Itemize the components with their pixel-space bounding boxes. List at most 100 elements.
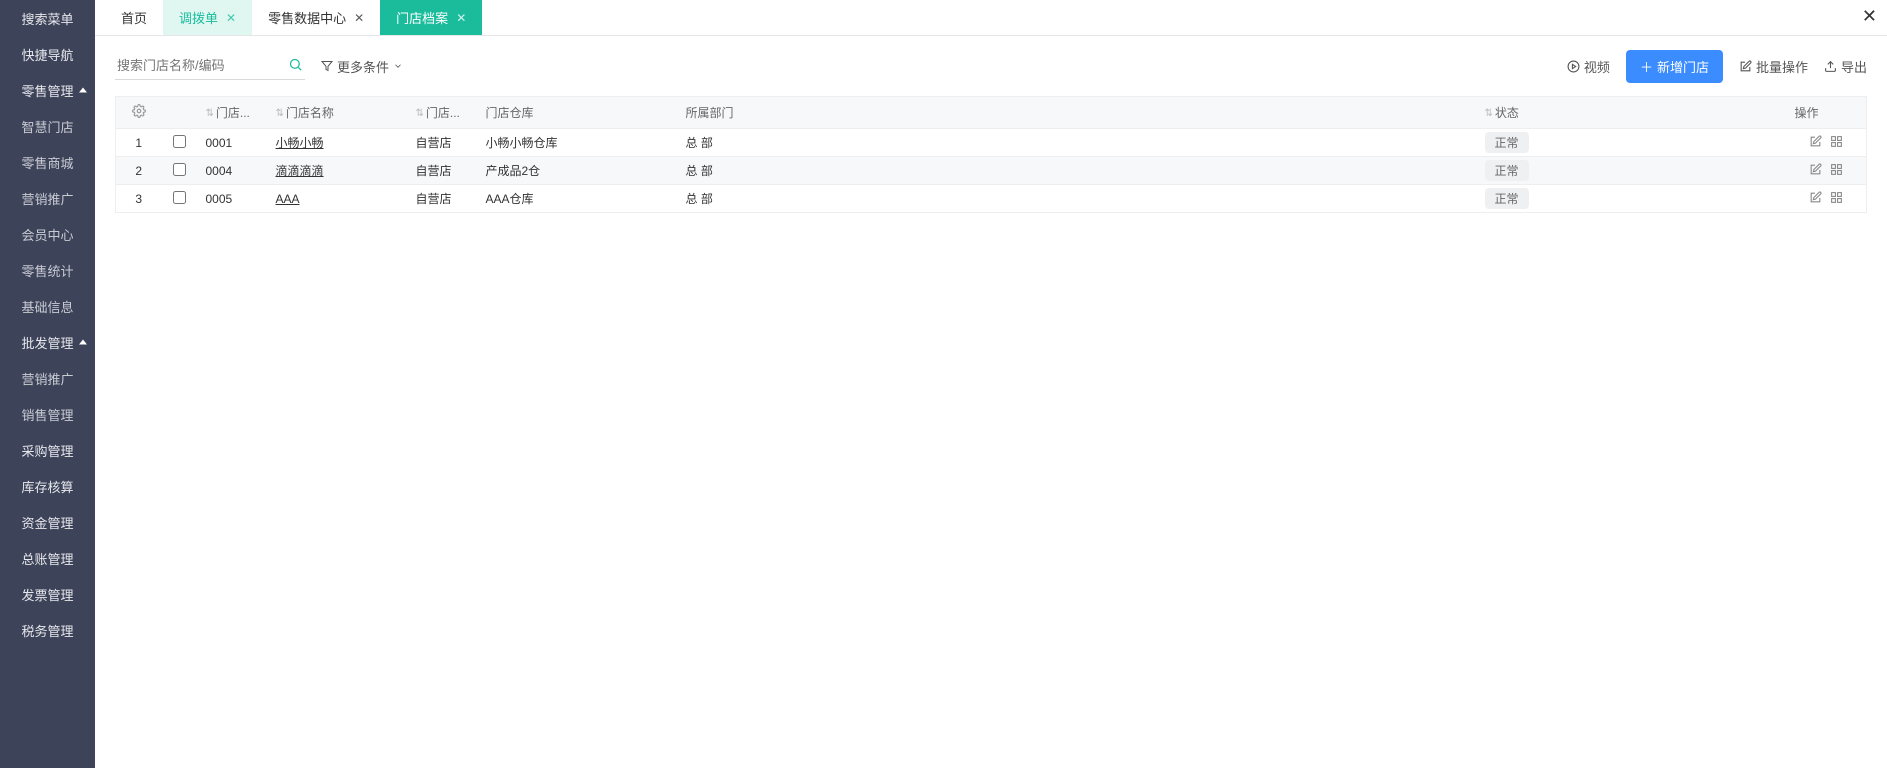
cell-checkbox — [162, 129, 198, 157]
status-badge: 正常 — [1485, 132, 1529, 153]
batch-ops-button[interactable]: 批量操作 — [1739, 57, 1808, 76]
search-box — [115, 52, 305, 80]
th-label: 操作 — [1795, 106, 1819, 120]
sidebar-item-ledger[interactable]: 总账管理 — [0, 540, 95, 576]
close-icon[interactable]: ✕ — [1862, 6, 1877, 27]
chevron-down-icon — [393, 61, 403, 71]
status-badge: 正常 — [1485, 160, 1529, 181]
video-button[interactable]: 视频 — [1567, 57, 1610, 76]
qr-row-button[interactable] — [1826, 136, 1847, 151]
cell-ops — [1787, 185, 1867, 213]
sidebar-item-retail-mall[interactable]: 零售商城 — [0, 144, 95, 180]
edit-row-button[interactable] — [1805, 136, 1826, 151]
cell-type: 自营店 — [408, 185, 478, 213]
sidebar-item-invoice[interactable]: 发票管理 — [0, 576, 95, 612]
cell-status: 正常 — [1477, 157, 1787, 185]
store-table: ⇅门店... ⇅门店名称 ⇅门店... 门店仓库 所属部门 ⇅状态 操作 100… — [115, 96, 1867, 213]
close-icon[interactable]: ✕ — [354, 11, 364, 25]
sidebar-item-marketing[interactable]: 营销推广 — [0, 180, 95, 216]
sidebar-item-member-center[interactable]: 会员中心 — [0, 216, 95, 252]
qr-row-button[interactable] — [1826, 192, 1847, 207]
cell-name: AAA — [268, 185, 408, 213]
table-row: 10001小畅小畅自营店小畅小畅仓库总 部正常 — [116, 129, 1867, 157]
sidebar-group-wholesale[interactable]: 批发管理 — [0, 324, 95, 360]
sidebar-item-purchase[interactable]: 采购管理 — [0, 432, 95, 468]
table-row: 30005AAA自营店AAA仓库总 部正常 — [116, 185, 1867, 213]
tab-store-archive[interactable]: 门店档案 ✕ — [380, 0, 482, 35]
tab-home[interactable]: 首页 — [105, 0, 163, 35]
cell-name: 小畅小畅 — [268, 129, 408, 157]
sidebar-item-basic-info[interactable]: 基础信息 — [0, 288, 95, 324]
close-icon[interactable]: ✕ — [226, 11, 236, 25]
cell-type: 自营店 — [408, 157, 478, 185]
sidebar-item-finance[interactable]: 资金管理 — [0, 504, 95, 540]
th-label: 门店名称 — [286, 106, 334, 120]
th-label: 门店... — [216, 106, 250, 120]
cell-code: 0005 — [198, 185, 268, 213]
store-name-link[interactable]: 滴滴滴滴 — [276, 164, 324, 178]
th-gear[interactable] — [116, 97, 162, 129]
search-icon[interactable] — [288, 57, 303, 75]
row-checkbox[interactable] — [173, 163, 186, 176]
sidebar-group-label: 批发管理 — [21, 333, 73, 352]
batch-ops-label: 批量操作 — [1756, 57, 1808, 76]
add-store-label: 新增门店 — [1657, 57, 1709, 76]
edit-row-button[interactable] — [1805, 164, 1826, 179]
cell-checkbox — [162, 157, 198, 185]
content: 更多条件 视频 ＋ 新增门店 批量操作 导出 — [95, 36, 1887, 768]
cell-ops — [1787, 157, 1867, 185]
close-icon[interactable]: ✕ — [456, 11, 466, 25]
tab-label: 调拨单 — [179, 8, 218, 27]
cell-ops — [1787, 129, 1867, 157]
filter-icon — [321, 60, 333, 72]
cell-index: 1 — [116, 129, 162, 157]
store-name-link[interactable]: AAA — [276, 192, 300, 206]
search-input[interactable] — [115, 52, 305, 80]
th-code[interactable]: ⇅门店... — [198, 97, 268, 129]
add-store-button[interactable]: ＋ 新增门店 — [1626, 50, 1723, 83]
sidebar-item-sales-mgmt[interactable]: 销售管理 — [0, 396, 95, 432]
tab-transfer-order[interactable]: 调拨单 ✕ — [163, 0, 252, 35]
row-checkbox[interactable] — [173, 135, 186, 148]
export-icon — [1824, 60, 1837, 73]
sort-icon: ⇅ — [416, 109, 424, 119]
sidebar-group-retail[interactable]: 零售管理 — [0, 72, 95, 108]
row-checkbox[interactable] — [173, 191, 186, 204]
th-ops: 操作 — [1787, 97, 1867, 129]
edit-icon — [1739, 60, 1752, 73]
sidebar-item-tax[interactable]: 税务管理 — [0, 612, 95, 648]
sidebar-item-inventory[interactable]: 库存核算 — [0, 468, 95, 504]
play-circle-icon — [1567, 60, 1580, 73]
qr-row-button[interactable] — [1826, 164, 1847, 179]
cell-warehouse: AAA仓库 — [478, 185, 678, 213]
tab-retail-data-center[interactable]: 零售数据中心 ✕ — [252, 0, 380, 35]
sort-icon: ⇅ — [206, 109, 214, 119]
cell-status: 正常 — [1477, 129, 1787, 157]
cell-checkbox — [162, 185, 198, 213]
cell-warehouse: 小畅小畅仓库 — [478, 129, 678, 157]
th-type[interactable]: ⇅门店... — [408, 97, 478, 129]
cell-index: 3 — [116, 185, 162, 213]
sidebar-quicknav[interactable]: 快捷导航 — [0, 36, 95, 72]
sort-icon: ⇅ — [276, 109, 284, 119]
sidebar-item-retail-stats[interactable]: 零售统计 — [0, 252, 95, 288]
status-badge: 正常 — [1485, 188, 1529, 209]
cell-code: 0004 — [198, 157, 268, 185]
more-filters-button[interactable]: 更多条件 — [321, 57, 403, 76]
cell-warehouse: 产成品2仓 — [478, 157, 678, 185]
th-status[interactable]: ⇅状态 — [1477, 97, 1787, 129]
export-button[interactable]: 导出 — [1824, 57, 1867, 76]
sort-icon: ⇅ — [1485, 109, 1493, 119]
store-name-link[interactable]: 小畅小畅 — [276, 136, 324, 150]
th-warehouse[interactable]: 门店仓库 — [478, 97, 678, 129]
sidebar-search[interactable]: 搜索菜单 — [0, 0, 95, 36]
edit-row-button[interactable] — [1805, 192, 1826, 207]
th-dept[interactable]: 所属部门 — [678, 97, 1477, 129]
tabs-bar: 首页 调拨单 ✕ 零售数据中心 ✕ 门店档案 ✕ — [95, 0, 1887, 36]
sidebar-group-label: 零售管理 — [21, 81, 73, 100]
sidebar-item-marketing-2[interactable]: 营销推广 — [0, 360, 95, 396]
th-label: 门店仓库 — [486, 106, 534, 120]
th-name[interactable]: ⇅门店名称 — [268, 97, 408, 129]
sidebar-item-smart-store[interactable]: 智慧门店 — [0, 108, 95, 144]
gear-icon — [124, 104, 154, 118]
